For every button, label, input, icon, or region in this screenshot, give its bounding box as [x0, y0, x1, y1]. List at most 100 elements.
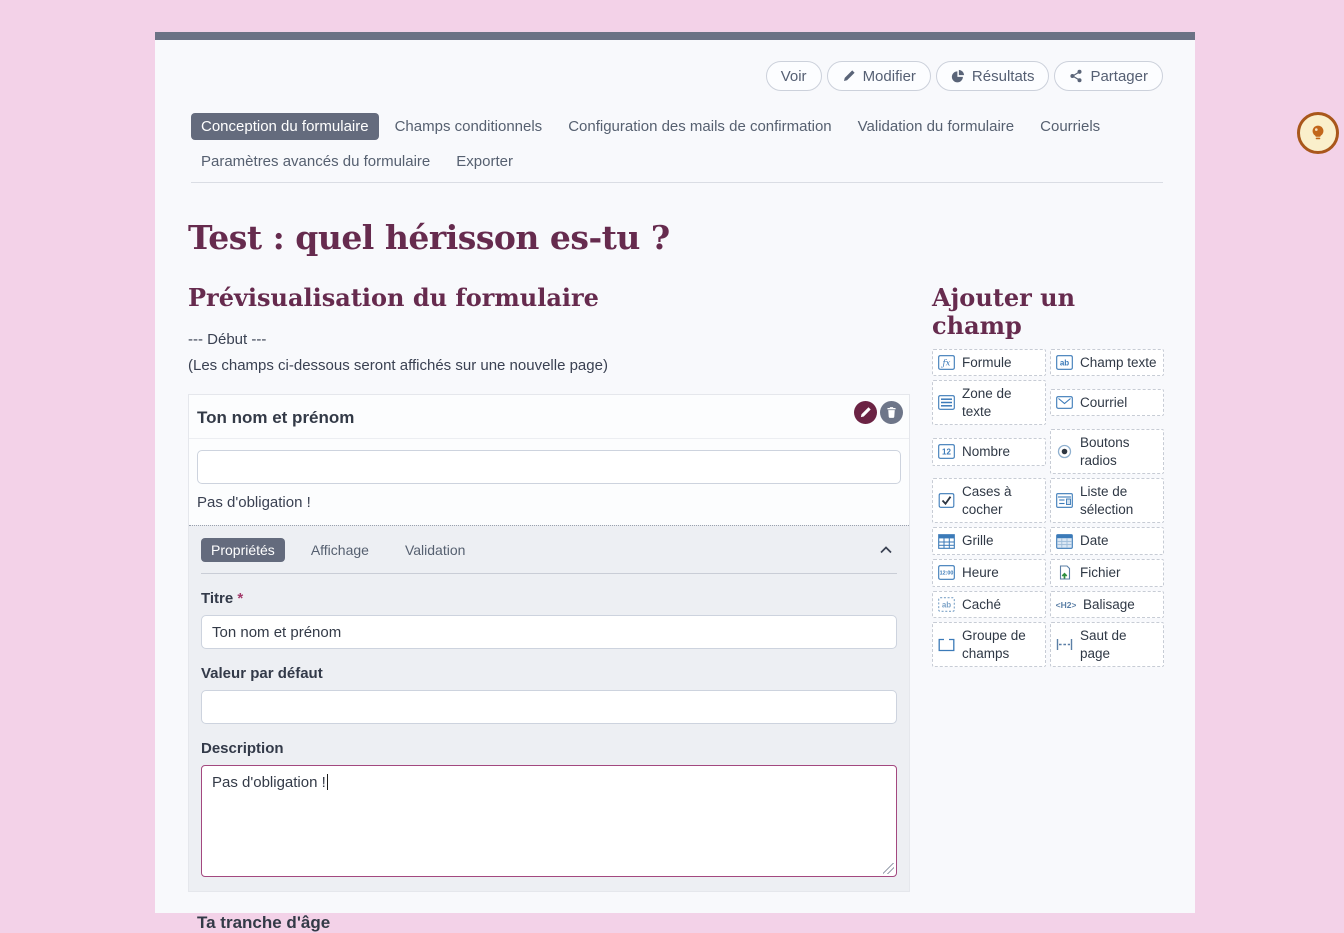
description-text: Pas d'obligation !: [212, 774, 326, 791]
page-title: Test : quel hérisson es-tu ?: [188, 218, 1195, 257]
edit-button-label: Modifier: [863, 68, 916, 85]
date-icon: [1056, 534, 1073, 549]
field-delete-button[interactable]: [880, 401, 903, 424]
add-file-button[interactable]: Fichier: [1050, 559, 1164, 587]
tab-form-validation[interactable]: Validation du formulaire: [848, 113, 1024, 140]
view-button-label: Voir: [781, 68, 807, 85]
field-edit-button[interactable]: [854, 401, 877, 424]
view-toolbar: Voir Modifier Résultats Partager: [155, 61, 1163, 91]
add-textfield-button[interactable]: ab Champ texte: [1050, 349, 1164, 377]
add-page-break-button[interactable]: Saut de page: [1050, 622, 1164, 667]
default-value-input[interactable]: [201, 690, 897, 724]
help-tips-button[interactable]: [1297, 112, 1339, 154]
textfield-icon: ab: [1056, 355, 1073, 370]
form-admin-tabs: Conception du formulaire Champs conditio…: [191, 113, 1155, 175]
svg-text:ab: ab: [1060, 358, 1069, 367]
next-field-title: Ta tranche d'âge: [197, 913, 910, 933]
preview-heading: Prévisualisation du formulaire: [188, 284, 910, 312]
add-fieldset-button[interactable]: Groupe de champs: [932, 622, 1046, 667]
title-field-label: Titre *: [201, 590, 897, 607]
number-icon: 12: [938, 444, 955, 459]
title-input[interactable]: [201, 615, 897, 649]
add-time-button[interactable]: 12:00 Heure: [932, 559, 1046, 587]
main-content-card: Voir Modifier Résultats Partager Concept…: [155, 32, 1195, 913]
add-formula-button[interactable]: ƒx Formule: [932, 349, 1046, 377]
add-select-list-button[interactable]: Liste de sélection: [1050, 478, 1164, 523]
trash-icon: [885, 406, 898, 419]
pie-chart-icon: [951, 69, 965, 83]
add-email-button[interactable]: Courriel: [1050, 389, 1164, 417]
grid-icon: [938, 534, 955, 549]
checkboxes-icon: [938, 493, 955, 508]
page-break-icon: [1056, 637, 1073, 652]
share-button-label: Partager: [1090, 68, 1148, 85]
add-field-heading: Ajouter un champ: [932, 284, 1161, 341]
tab-export[interactable]: Exporter: [446, 148, 523, 175]
add-hidden-button[interactable]: ab Caché: [932, 591, 1046, 619]
field-actions: [854, 401, 903, 424]
tabs-divider: [191, 182, 1163, 183]
file-icon: [1056, 565, 1073, 580]
share-button[interactable]: Partager: [1054, 61, 1163, 91]
required-mark: *: [237, 590, 243, 607]
svg-text:<H2>: <H2>: [1056, 600, 1076, 610]
view-button[interactable]: Voir: [766, 61, 822, 91]
add-markup-button[interactable]: <H2> Balisage: [1050, 591, 1164, 619]
panel-divider: [201, 573, 897, 574]
add-checkboxes-button[interactable]: Cases à cocher: [932, 478, 1046, 523]
email-icon: [1056, 395, 1073, 410]
svg-text:ƒx: ƒx: [941, 358, 951, 368]
formula-icon: ƒx: [938, 355, 955, 370]
field-card-body: Pas d'obligation !: [189, 439, 909, 525]
resize-grip[interactable]: [883, 863, 894, 874]
select-list-icon: [1056, 493, 1073, 508]
results-button-label: Résultats: [972, 68, 1035, 85]
share-icon: [1069, 69, 1083, 83]
page-break-start-label: --- Début ---: [188, 331, 910, 348]
form-preview-column: Prévisualisation du formulaire --- Début…: [188, 284, 910, 933]
tab-form-design[interactable]: Conception du formulaire: [191, 113, 379, 140]
pencil-icon: [842, 69, 856, 83]
add-field-sidebar: Ajouter un champ ƒx Formule ab Champ tex…: [932, 284, 1161, 667]
field-card-header: Ton nom et prénom: [189, 395, 909, 439]
text-caret: [327, 774, 328, 790]
add-grid-button[interactable]: Grille: [932, 527, 1046, 555]
tab-conditional-fields[interactable]: Champs conditionnels: [385, 113, 553, 140]
results-button[interactable]: Résultats: [936, 61, 1050, 91]
collapse-panel-button[interactable]: [877, 540, 895, 559]
radio-buttons-icon: [1056, 444, 1073, 459]
description-textarea[interactable]: Pas d'obligation !: [201, 765, 897, 877]
add-textarea-button[interactable]: Zone de texte: [932, 380, 1046, 425]
svg-text:ab: ab: [942, 600, 951, 609]
add-field-grid: ƒx Formule ab Champ texte Zone de texte …: [932, 349, 1161, 668]
field-card-name: Ton nom et prénom Pas d'obligation !: [188, 394, 910, 892]
lightbulb-icon: [1308, 124, 1328, 142]
chevron-up-icon: [879, 545, 893, 554]
field-help-text: Pas d'obligation !: [197, 494, 901, 511]
tab-display[interactable]: Affichage: [301, 538, 379, 562]
time-icon: 12:00: [938, 565, 955, 580]
field-preview-input[interactable]: [197, 450, 901, 484]
pencil-icon: [859, 406, 872, 419]
tab-properties[interactable]: Propriétés: [201, 538, 285, 562]
field-editor-tabs: Propriétés Affichage Validation: [201, 538, 897, 562]
add-date-button[interactable]: Date: [1050, 527, 1164, 555]
markup-icon: <H2>: [1056, 597, 1076, 612]
svg-text:12:00: 12:00: [940, 571, 954, 577]
textarea-icon: [938, 395, 955, 410]
default-value-label: Valeur par défaut: [201, 665, 897, 682]
tab-confirmation-emails[interactable]: Configuration des mails de confirmation: [558, 113, 841, 140]
tab-emails[interactable]: Courriels: [1030, 113, 1110, 140]
hidden-icon: ab: [938, 597, 955, 612]
page-break-note: (Les champs ci-dessous seront affichés s…: [188, 357, 910, 374]
svg-text:12: 12: [942, 448, 951, 457]
fieldset-icon: [938, 637, 955, 652]
edit-button[interactable]: Modifier: [827, 61, 931, 91]
description-label: Description: [201, 740, 897, 757]
field-properties-panel: Propriétés Affichage Validation Titre *: [189, 525, 909, 891]
tab-advanced-settings[interactable]: Paramètres avancés du formulaire: [191, 148, 440, 175]
tab-validation[interactable]: Validation: [395, 538, 475, 562]
add-number-button[interactable]: 12 Nombre: [932, 438, 1046, 466]
add-radios-button[interactable]: Boutons radios: [1050, 429, 1164, 474]
field-title: Ton nom et prénom: [197, 408, 354, 427]
